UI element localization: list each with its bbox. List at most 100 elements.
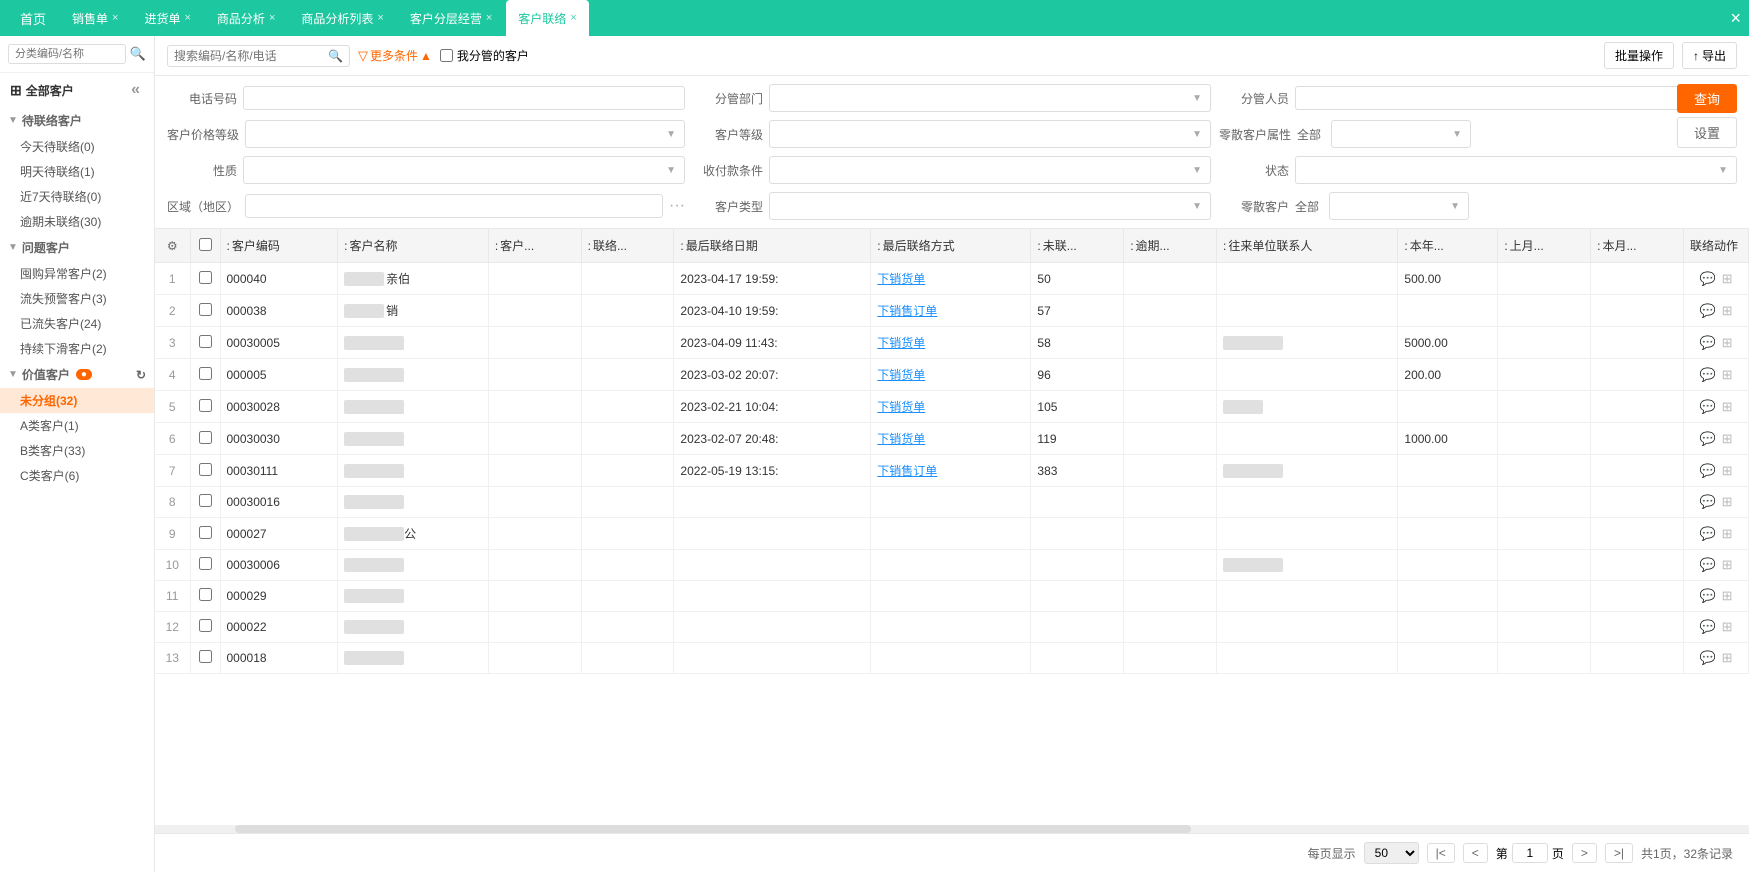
filter-search-input[interactable] xyxy=(174,49,324,63)
nav-home[interactable]: 首页 xyxy=(8,5,58,32)
nav-tab-purchase[interactable]: 进货单 × xyxy=(132,0,202,36)
retail-customer-select[interactable]: ▼ xyxy=(1329,192,1469,220)
my-customers-checkbox[interactable] xyxy=(440,49,453,62)
sidebar-item-today[interactable]: 今天待联络(0) xyxy=(0,134,154,159)
row-checkbox-cell[interactable] xyxy=(190,643,220,674)
last-page-button[interactable]: >| xyxy=(1605,843,1633,863)
dept-select[interactable]: ▼ xyxy=(769,84,1211,112)
chat-action-icon[interactable]: 💬 xyxy=(1699,619,1715,635)
last-contact-way[interactable]: 下销货单 xyxy=(871,391,1031,423)
sidebar-item-overdue[interactable]: 逾期未联络(30) xyxy=(0,209,154,234)
row-checkbox-cell[interactable] xyxy=(190,391,220,423)
th-last-contact-way[interactable]: : 最后联络方式 xyxy=(871,229,1031,263)
nav-tab-analysis-list[interactable]: 商品分析列表 × xyxy=(289,0,395,36)
chat-action-icon[interactable]: 💬 xyxy=(1699,526,1715,542)
row-checkbox-cell[interactable] xyxy=(190,327,220,359)
grid-action-icon[interactable]: ⊞ xyxy=(1722,463,1733,479)
sidebar-item-class-a[interactable]: A类客户(1) xyxy=(0,413,154,438)
row-checkbox[interactable] xyxy=(199,619,212,632)
customer-grade-select[interactable]: ▼ xyxy=(769,120,1211,148)
th-contact[interactable]: : 联络... xyxy=(581,229,674,263)
th-checkbox[interactable] xyxy=(190,229,220,263)
sidebar-item-class-b[interactable]: B类客户(33) xyxy=(0,438,154,463)
row-checkbox-cell[interactable] xyxy=(190,359,220,391)
row-checkbox[interactable] xyxy=(199,271,212,284)
last-contact-way[interactable]: 下销售订单 xyxy=(871,455,1031,487)
sidebar-all-customers[interactable]: ⊞ 全部客户 « xyxy=(0,73,154,107)
close-all-icon[interactable]: × xyxy=(1730,8,1741,29)
grid-action-icon[interactable]: ⊞ xyxy=(1722,588,1733,604)
price-grade-select[interactable]: ▼ xyxy=(245,120,685,148)
grid-action-icon[interactable]: ⊞ xyxy=(1722,431,1733,447)
row-checkbox-cell[interactable] xyxy=(190,581,220,612)
th-this-month[interactable]: : 本月... xyxy=(1591,229,1684,263)
horizontal-scrollbar[interactable] xyxy=(155,825,1749,833)
row-checkbox[interactable] xyxy=(199,588,212,601)
row-checkbox-cell[interactable] xyxy=(190,263,220,295)
sidebar-search-icon[interactable]: 🔍 xyxy=(130,46,146,62)
chat-action-icon[interactable]: 💬 xyxy=(1699,588,1715,604)
th-not-contact[interactable]: : 未联... xyxy=(1031,229,1124,263)
row-checkbox-cell[interactable] xyxy=(190,487,220,518)
row-checkbox[interactable] xyxy=(199,494,212,507)
row-checkbox[interactable] xyxy=(199,367,212,380)
chat-action-icon[interactable]: 💬 xyxy=(1699,271,1715,287)
th-code[interactable]: : 客户编码 xyxy=(220,229,338,263)
chat-action-icon[interactable]: 💬 xyxy=(1699,367,1715,383)
grid-action-icon[interactable]: ⊞ xyxy=(1722,303,1733,319)
page-number-input[interactable] xyxy=(1512,843,1548,863)
sidebar-group-problem[interactable]: ▼ 问题客户 xyxy=(0,234,154,261)
nav-tab-sales[interactable]: 销售单 × xyxy=(60,0,130,36)
sidebar-item-churn-warning[interactable]: 流失预警客户(3) xyxy=(0,286,154,311)
th-contact-person[interactable]: : 往来单位联系人 xyxy=(1216,229,1397,263)
sidebar-search-input[interactable] xyxy=(8,44,126,64)
close-analysis-list-tab[interactable]: × xyxy=(377,12,383,24)
chat-action-icon[interactable]: 💬 xyxy=(1699,399,1715,415)
close-analysis-tab[interactable]: × xyxy=(269,12,275,24)
th-settings[interactable]: ⚙ xyxy=(155,229,190,263)
region-input[interactable] xyxy=(245,194,663,218)
chat-action-icon[interactable]: 💬 xyxy=(1699,650,1715,666)
query-button[interactable]: 查询 xyxy=(1677,84,1737,113)
reset-button[interactable]: 设置 xyxy=(1677,117,1737,148)
close-contact-tab[interactable]: × xyxy=(570,12,576,24)
th-type[interactable]: : 客户... xyxy=(488,229,581,263)
chat-action-icon[interactable]: 💬 xyxy=(1699,303,1715,319)
sidebar-group-value[interactable]: ▼ 价值客户 ● ↻ xyxy=(0,361,154,388)
sidebar-item-churned[interactable]: 已流失客户(24) xyxy=(0,311,154,336)
chat-action-icon[interactable]: 💬 xyxy=(1699,557,1715,573)
manager-input[interactable] xyxy=(1295,86,1715,110)
close-purchase-tab[interactable]: × xyxy=(184,12,190,24)
close-segment-tab[interactable]: × xyxy=(486,12,492,24)
per-page-select[interactable]: 50 20 100 xyxy=(1364,842,1419,864)
collapse-sidebar-icon[interactable]: « xyxy=(127,79,144,101)
sidebar-item-hoard-abnormal[interactable]: 囤购异常客户(2) xyxy=(0,261,154,286)
row-checkbox[interactable] xyxy=(199,557,212,570)
th-this-year[interactable]: : 本年... xyxy=(1398,229,1498,263)
customer-type-select[interactable]: ▼ xyxy=(769,192,1211,220)
batch-operation-button[interactable]: 批量操作 xyxy=(1604,42,1674,69)
row-checkbox-cell[interactable] xyxy=(190,295,220,327)
grid-action-icon[interactable]: ⊞ xyxy=(1722,271,1733,287)
th-last-contact-date[interactable]: : 最后联络日期 xyxy=(674,229,871,263)
th-overdue[interactable]: : 逾期... xyxy=(1124,229,1217,263)
close-sales-tab[interactable]: × xyxy=(112,12,118,24)
grid-action-icon[interactable]: ⊞ xyxy=(1722,619,1733,635)
chat-action-icon[interactable]: 💬 xyxy=(1699,463,1715,479)
sidebar-item-class-c[interactable]: C类客户(6) xyxy=(0,463,154,488)
sidebar-item-declining[interactable]: 持续下滑客户(2) xyxy=(0,336,154,361)
select-all-checkbox[interactable] xyxy=(199,238,212,251)
row-checkbox-cell[interactable] xyxy=(190,423,220,455)
row-checkbox-cell[interactable] xyxy=(190,612,220,643)
row-checkbox[interactable] xyxy=(199,399,212,412)
next-page-button[interactable]: > xyxy=(1572,843,1597,863)
last-contact-way[interactable]: 下销售订单 xyxy=(871,295,1031,327)
grid-action-icon[interactable]: ⊞ xyxy=(1722,526,1733,542)
grid-action-icon[interactable]: ⊞ xyxy=(1722,399,1733,415)
grid-action-icon[interactable]: ⊞ xyxy=(1722,650,1733,666)
chat-action-icon[interactable]: 💬 xyxy=(1699,431,1715,447)
sidebar-item-tomorrow[interactable]: 明天待联络(1) xyxy=(0,159,154,184)
last-contact-way[interactable]: 下销货单 xyxy=(871,423,1031,455)
last-contact-way[interactable]: 下销货单 xyxy=(871,359,1031,391)
sidebar-item-ungrouped[interactable]: 未分组(32) xyxy=(0,388,154,413)
